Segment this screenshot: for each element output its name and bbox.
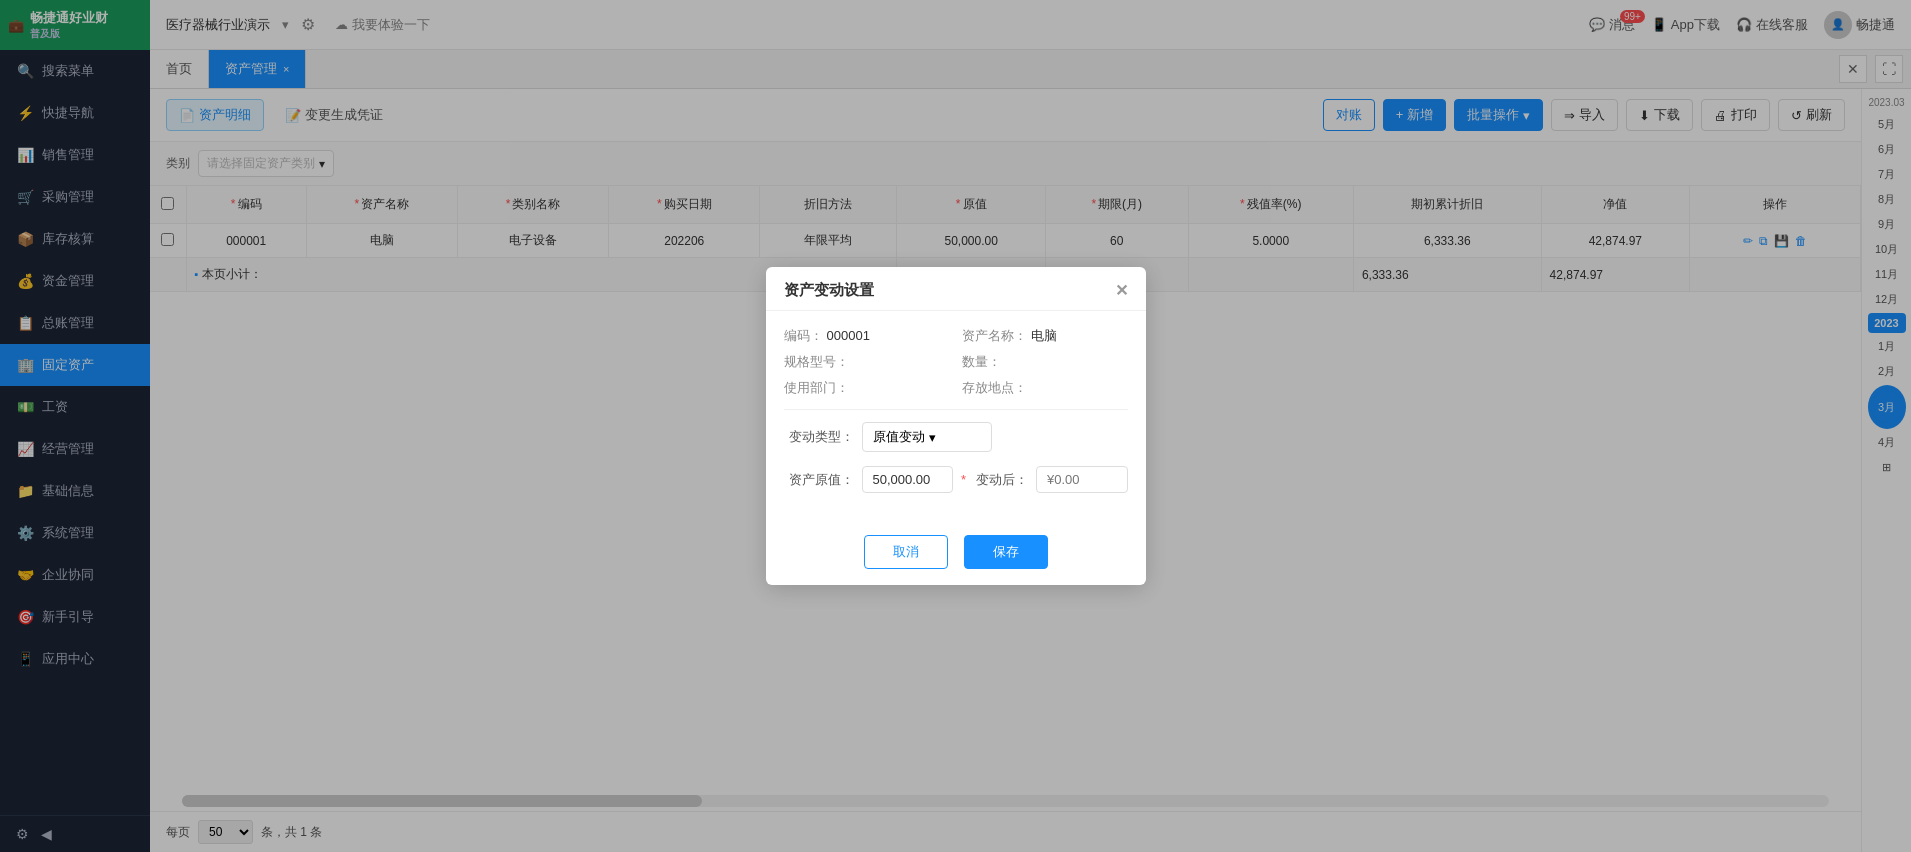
modal-original-value-label: 资产原值：: [784, 471, 854, 489]
asset-change-modal: 资产变动设置 ✕ 编码： 000001 资产名称： 电脑 规格型号： 数量：: [766, 267, 1146, 585]
modal-body: 编码： 000001 资产名称： 电脑 规格型号： 数量： 使用部门：: [766, 311, 1146, 523]
modal-cancel-btn[interactable]: 取消: [864, 535, 948, 569]
modal-spec-label: 规格型号：: [784, 353, 849, 371]
modal-after-change-label: 变动后：: [976, 471, 1028, 489]
modal-change-type-field: 变动类型： 原值变动 ▾: [784, 422, 1128, 452]
modal-dept: 使用部门：: [784, 379, 950, 397]
modal-qty: 数量：: [962, 353, 1128, 371]
modal-overlay: 资产变动设置 ✕ 编码： 000001 资产名称： 电脑 规格型号： 数量：: [0, 0, 1911, 852]
modal-assetname-value: 电脑: [1031, 327, 1057, 345]
modal-footer: 取消 保存: [766, 523, 1146, 585]
modal-change-type-select[interactable]: 原值变动 ▾: [862, 422, 992, 452]
modal-location: 存放地点：: [962, 379, 1128, 397]
modal-assetname-label: 资产名称：: [962, 327, 1027, 345]
modal-divider: [784, 409, 1128, 410]
modal-qty-label: 数量：: [962, 353, 1001, 371]
modal-close-btn[interactable]: ✕: [1115, 281, 1128, 300]
modal-after-change-input[interactable]: [1036, 466, 1127, 493]
modal-spec: 规格型号：: [784, 353, 950, 371]
modal-dept-label: 使用部门：: [784, 379, 849, 397]
modal-header: 资产变动设置 ✕: [766, 267, 1146, 311]
modal-required-star: *: [961, 472, 966, 487]
modal-location-label: 存放地点：: [962, 379, 1027, 397]
modal-code-value: 000001: [827, 328, 870, 343]
modal-change-type-dropdown-icon: ▾: [929, 430, 936, 445]
modal-change-type-value: 原值变动: [873, 428, 925, 446]
modal-code: 编码： 000001: [784, 327, 950, 345]
modal-asset-name: 资产名称： 电脑: [962, 327, 1128, 345]
modal-title: 资产变动设置: [784, 281, 874, 300]
modal-original-value-field: 资产原值： 50,000.00 * 变动后：: [784, 466, 1128, 493]
modal-original-value-value: 50,000.00: [862, 466, 953, 493]
modal-save-btn[interactable]: 保存: [964, 535, 1048, 569]
modal-change-type-label: 变动类型：: [784, 428, 854, 446]
modal-code-label: 编码：: [784, 327, 823, 345]
modal-info-grid: 编码： 000001 资产名称： 电脑 规格型号： 数量： 使用部门：: [784, 327, 1128, 397]
